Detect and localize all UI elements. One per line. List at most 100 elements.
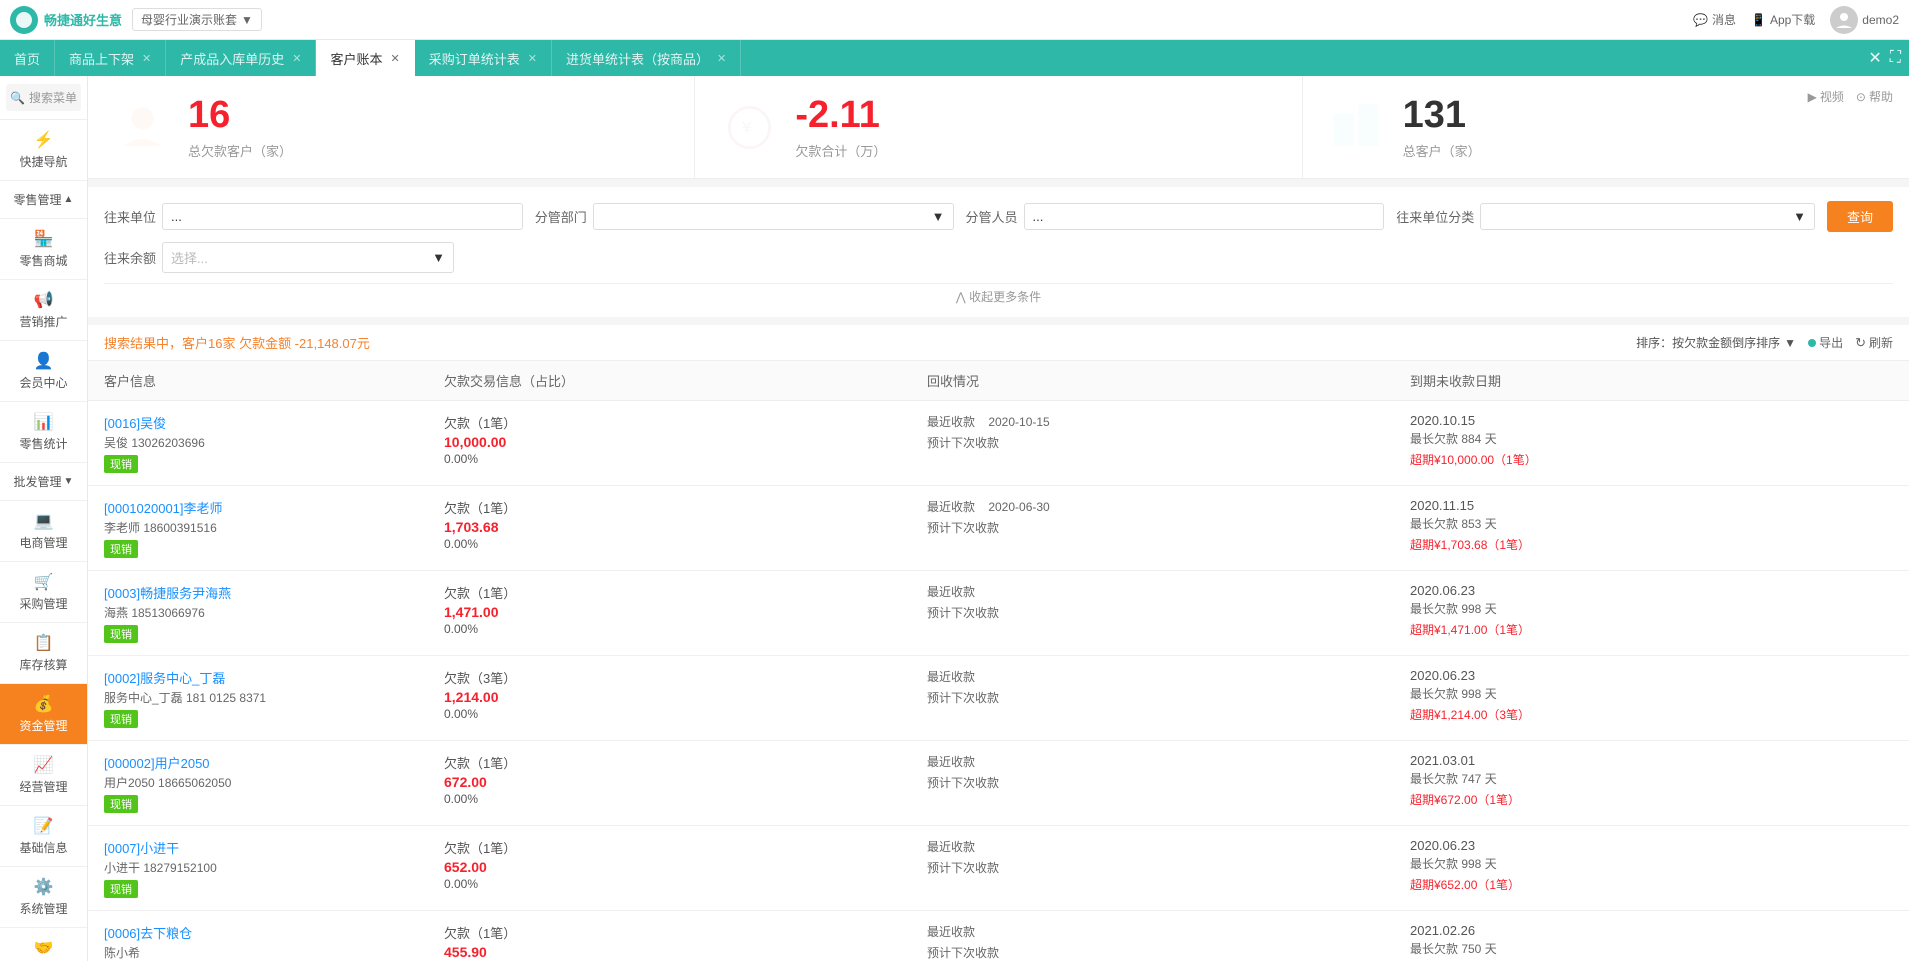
sidebar-item-retail-stat-label: 零售统计: [19, 435, 67, 452]
debt-info-cell: 欠款（1笔） 1,471.00 0.00%: [444, 583, 927, 636]
help-btn[interactable]: ⊙ 帮助: [1856, 88, 1893, 105]
tab-product-in-close[interactable]: ✕: [292, 52, 301, 65]
customer-name[interactable]: [0003]畅捷服务尹海燕: [104, 583, 444, 602]
sidebar-item-operations-label: 经营管理: [19, 778, 67, 795]
customer-name[interactable]: [0016]吴俊: [104, 413, 444, 432]
message-btn[interactable]: 💬 消息: [1693, 11, 1736, 28]
overdue-amount[interactable]: 超期¥1,471.00（1笔）: [1410, 621, 1893, 638]
tab-purchase-stat[interactable]: 进货单统计表（按商品） ✕: [552, 40, 741, 76]
sidebar-item-system[interactable]: ⚙️ 系统管理: [0, 867, 87, 928]
overdue-amount[interactable]: 超期¥10,000.00（1笔）: [1410, 451, 1893, 468]
sidebar-item-member[interactable]: 👤 会员中心: [0, 341, 87, 402]
sidebar-item-marketing[interactable]: 📢 营销推广: [0, 280, 87, 341]
overdue-amount[interactable]: 超期¥1,214.00（3笔）: [1410, 706, 1893, 723]
tab-purchase-stat-close[interactable]: ✕: [717, 52, 726, 65]
debt-count: 欠款（3笔）: [444, 668, 927, 687]
debt-amount-icon: ¥: [719, 97, 779, 157]
sort-arrow: ▼: [1784, 336, 1796, 350]
customer-name[interactable]: [0006]去下粮仓: [104, 923, 444, 942]
overdue-amount[interactable]: 超期¥1,703.68（1笔）: [1410, 536, 1893, 553]
debt-amount: 455.90: [444, 944, 927, 960]
tab-close-all[interactable]: ✕: [1868, 48, 1881, 68]
sidebar-item-quick-nav[interactable]: ⚡ 快捷导航: [0, 120, 87, 181]
tab-customer-account[interactable]: 客户账本 ✕: [316, 40, 414, 76]
sidebar-item-inventory[interactable]: 📋 库存核算: [0, 623, 87, 684]
overdue-amount[interactable]: 超期¥652.00（1笔）: [1410, 876, 1893, 893]
sidebar-item-finance[interactable]: 💰 资金管理: [0, 684, 87, 745]
search-menu-button[interactable]: 🔍 搜索菜单: [6, 84, 81, 111]
filter-dept: 分管部门 ▼: [535, 203, 954, 230]
col-collection: 回收情况: [927, 371, 1410, 390]
tab-product-toggle[interactable]: 商品上下架 ✕: [55, 40, 166, 76]
tab-purchase-order[interactable]: 采购订单统计表 ✕: [415, 40, 552, 76]
sidebar-item-purchase-mgmt[interactable]: 🛒 采购管理: [0, 562, 87, 623]
filter-row-2: 往来余额 选择... ▼: [104, 242, 454, 273]
tab-customer-account-close[interactable]: ✕: [391, 52, 400, 65]
refresh-label: 刷新: [1869, 334, 1893, 351]
inventory-icon: 📋: [34, 633, 54, 653]
search-button[interactable]: 查询: [1827, 201, 1893, 232]
results-bar: 搜索结果中，客户16家 欠款金额 -21,148.07元 排序：按欠款金额倒序排…: [88, 325, 1909, 361]
tab-fullscreen[interactable]: ⛶: [1890, 49, 1901, 67]
stats-bar: 16 总欠款客户（家） ¥ -2.11 欠款合计（万）: [88, 76, 1909, 179]
export-btn[interactable]: 导出: [1808, 334, 1843, 351]
debt-amount: 672.00: [444, 774, 927, 790]
tab-purchase-order-close[interactable]: ✕: [528, 52, 537, 65]
filter-balance: 往来余额 选择... ▼: [104, 242, 454, 273]
sidebar-item-basic-info[interactable]: 📝 基础信息: [0, 806, 87, 867]
sort-select[interactable]: 排序：按欠款金额倒序排序 ▼: [1636, 334, 1796, 351]
next-collect: 预计下次收款: [927, 434, 1410, 451]
sidebar-item-wholesale-mgmt[interactable]: 批发管理 ▼: [0, 463, 87, 501]
sidebar-item-quick-nav-label: 快捷导航: [19, 153, 67, 170]
customer-name[interactable]: [000002]用户2050: [104, 753, 444, 772]
table-row: [0006]去下粮仓 陈小希 现销 欠款（1笔） 455.90 0.00% 最近…: [88, 911, 1909, 961]
store-selector[interactable]: 母婴行业演示账套 ▼: [132, 8, 262, 31]
balance-select[interactable]: 选择... ▼: [162, 242, 454, 273]
view-video-btn[interactable]: ▶ 视频: [1808, 88, 1844, 105]
due-date-cell: 2021.03.01 最长欠款 747 天 超期¥672.00（1笔）: [1410, 753, 1893, 808]
customer-name[interactable]: [0002]服务中心_丁磊: [104, 668, 444, 687]
sidebar-item-enterprise[interactable]: 🤝 企业协同: [0, 928, 87, 961]
sidebar-item-retail-stat[interactable]: 📊 零售统计: [0, 402, 87, 463]
logo-text: 畅捷通好生意: [44, 10, 122, 29]
debt-amount: 10,000.00: [444, 434, 927, 450]
results-text: 搜索结果中，客户16家 欠款金额 -21,148.07元: [104, 336, 370, 351]
debt-percent: 0.00%: [444, 452, 927, 466]
sidebar-item-member-label: 会员中心: [19, 374, 67, 391]
refresh-btn[interactable]: ↻ 刷新: [1855, 334, 1893, 351]
balance-arrow: ▼: [432, 250, 445, 265]
overdue-days: 最长欠款 998 天: [1410, 600, 1893, 617]
debt-count: 欠款（1笔）: [444, 583, 927, 602]
customer-tag: 现销: [104, 795, 138, 813]
tab-home[interactable]: 首页: [0, 40, 55, 76]
from-unit-input[interactable]: ...: [162, 203, 523, 230]
total-customers-label: 总客户（家）: [1403, 141, 1481, 160]
customer-name[interactable]: [0001020001]李老师: [104, 498, 444, 517]
dept-select[interactable]: ▼: [593, 203, 954, 230]
unit-category-select[interactable]: ▼: [1480, 203, 1815, 230]
user-menu[interactable]: demo2: [1830, 6, 1899, 34]
person-input[interactable]: ...: [1024, 203, 1385, 230]
results-actions: 排序：按欠款金额倒序排序 ▼ 导出 ↻ 刷新: [1636, 334, 1893, 351]
recent-collect: 最近收款 2020-10-15: [927, 413, 1410, 430]
due-date-cell: 2020.11.15 最长欠款 853 天 超期¥1,703.68（1笔）: [1410, 498, 1893, 553]
app-download-btn[interactable]: 📱 App下载: [1751, 11, 1815, 28]
collapse-more-btn[interactable]: ⋀ 收起更多条件: [104, 283, 1893, 309]
app-download-label: App下载: [1770, 11, 1815, 28]
system-icon: ⚙️: [34, 877, 54, 897]
sidebar-item-retail-mgmt[interactable]: 零售管理 ▲: [0, 181, 87, 219]
debt-info-cell: 欠款（1笔） 10,000.00 0.00%: [444, 413, 927, 466]
message-icon: 💬: [1693, 13, 1708, 27]
tab-product-toggle-close[interactable]: ✕: [142, 52, 151, 65]
stat-top-actions: ▶ 视频 ⊙ 帮助: [1808, 88, 1893, 105]
sidebar-item-retail-store[interactable]: 🏪 零售商城: [0, 219, 87, 280]
overdue-amount[interactable]: 超期¥672.00（1笔）: [1410, 791, 1893, 808]
mobile-icon: 📱: [1751, 13, 1766, 27]
debt-amount-label: 欠款合计（万）: [795, 141, 886, 160]
debt-percent: 0.00%: [444, 707, 927, 721]
stat-debt-amount-content: -2.11 欠款合计（万）: [795, 94, 886, 160]
customer-name[interactable]: [0007]小进干: [104, 838, 444, 857]
sidebar-item-operations[interactable]: 📈 经营管理: [0, 745, 87, 806]
sidebar-item-ecommerce[interactable]: 💻 电商管理: [0, 501, 87, 562]
tab-product-in[interactable]: 产成品入库单历史 ✕: [166, 40, 316, 76]
